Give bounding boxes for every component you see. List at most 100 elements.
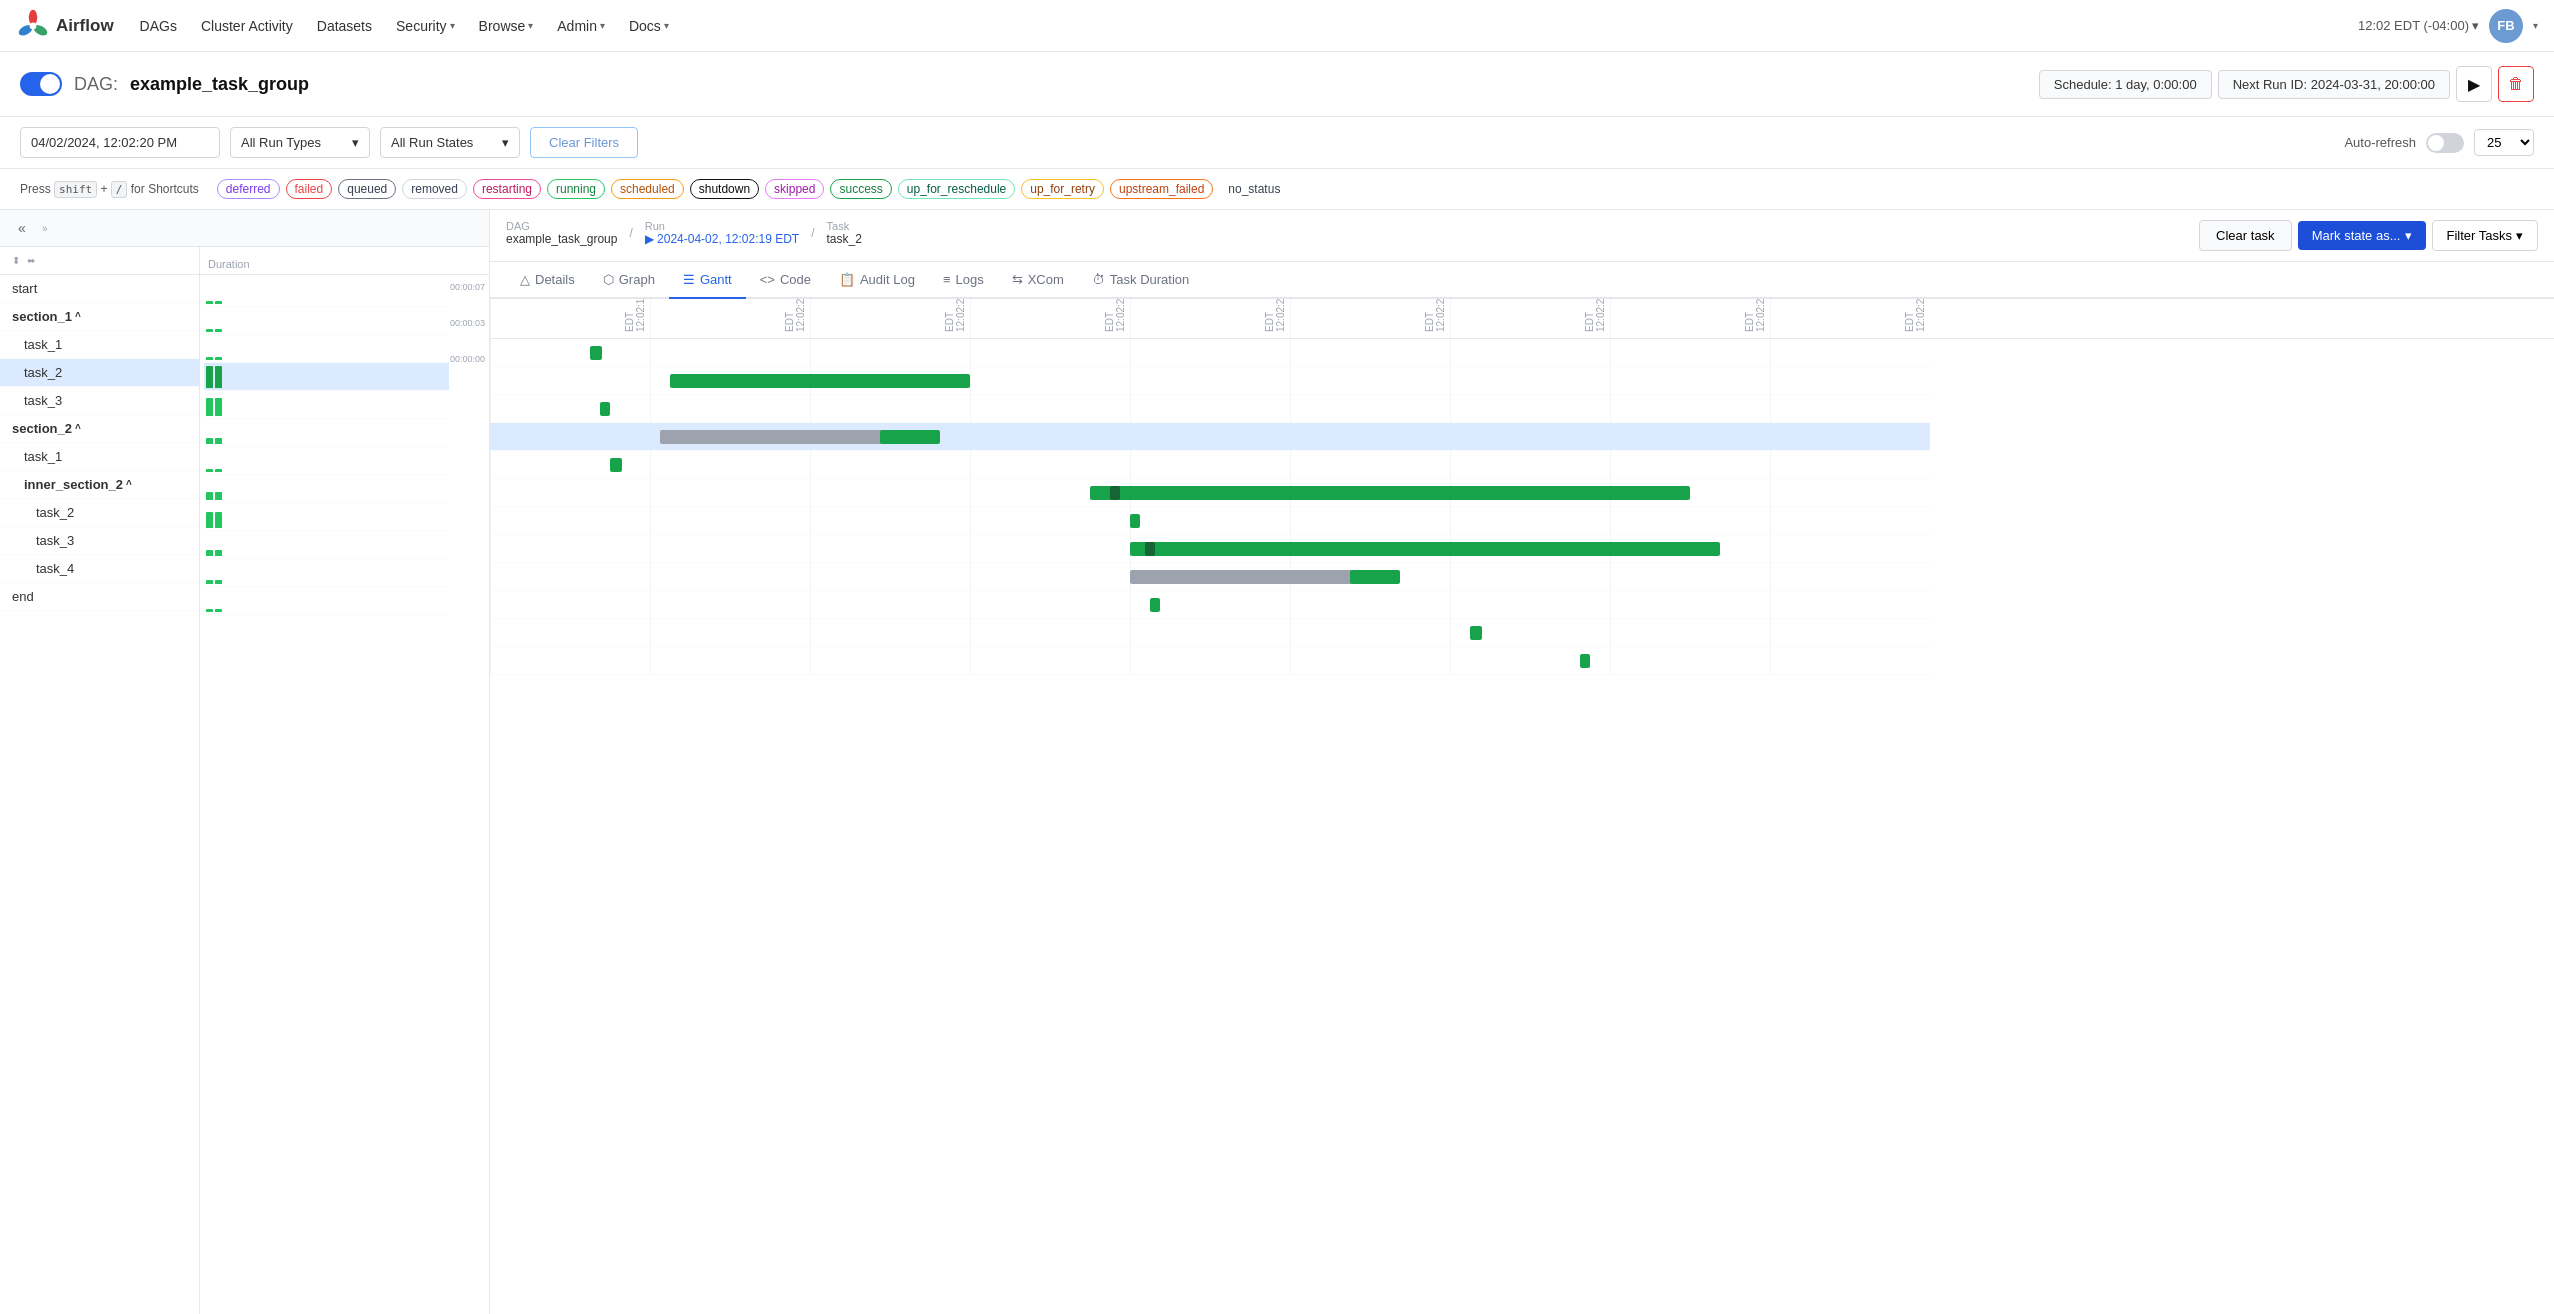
tab-xcom-icon: ⇆ <box>1012 272 1023 287</box>
gantt-row-task_3[interactable] <box>490 591 1930 619</box>
dag-breadcrumb-value: example_task_group <box>506 232 617 246</box>
task-row-section_2[interactable]: section_2 ^ <box>0 415 199 443</box>
task-row-task_3[interactable]: task_3 <box>0 387 199 415</box>
tab-gantt[interactable]: ☰Gantt <box>669 262 746 299</box>
run-breadcrumb-label: Run <box>645 220 799 232</box>
gantt-bar <box>1470 626 1482 640</box>
gantt-row-section_1[interactable] <box>490 367 1930 395</box>
tab-xcom[interactable]: ⇆XCom <box>998 262 1078 299</box>
gantt-row-task_1[interactable] <box>490 507 1930 535</box>
dag-toggle[interactable] <box>20 72 62 96</box>
gantt-row-inner_section_2[interactable] <box>490 535 1930 563</box>
mini-bar-row-start <box>204 279 449 307</box>
task-row-start[interactable]: start <box>0 275 199 303</box>
expand-icon[interactable]: ⬍ <box>12 255 20 266</box>
nav-docs[interactable]: Docs ▾ <box>619 12 679 40</box>
status-badge-success[interactable]: success <box>830 179 891 199</box>
collapse-all-button[interactable]: « <box>10 216 34 240</box>
collapse-icon[interactable]: ⬌ <box>27 255 35 266</box>
page-size-select[interactable]: 25 50 100 <box>2474 129 2534 156</box>
gantt-time-label: 12:02:24 EDT <box>1450 299 1610 338</box>
gantt-bar <box>1580 654 1590 668</box>
task-breadcrumb-label: Task <box>827 220 862 232</box>
brand[interactable]: Airflow <box>16 9 114 43</box>
status-badge-removed[interactable]: removed <box>402 179 467 199</box>
tab-code[interactable]: <>Code <box>746 262 825 299</box>
gantt-chart[interactable]: 12:02:19 EDT12:02:20 EDT12:02:21 EDT12:0… <box>490 299 2554 1314</box>
status-badge-deferred[interactable]: deferred <box>217 179 280 199</box>
auto-refresh-toggle[interactable] <box>2426 133 2464 153</box>
gantt-bar <box>1130 570 1370 584</box>
dag-breadcrumb-label: DAG <box>506 220 617 232</box>
status-badge-up_for_reschedule[interactable]: up_for_reschedule <box>898 179 1015 199</box>
gantt-time-label: 12:02:26 EDT <box>1770 299 1930 338</box>
gantt-row-task_4[interactable] <box>490 619 1930 647</box>
run-states-select[interactable]: All Run States ▾ <box>380 127 520 158</box>
status-badge-upstream_failed[interactable]: upstream_failed <box>1110 179 1213 199</box>
gantt-row-start[interactable] <box>490 339 1930 367</box>
task-row-inner_section_2[interactable]: inner_section_2 ^ <box>0 471 199 499</box>
svg-point-4 <box>30 22 37 29</box>
task-row-task_4[interactable]: task_4 <box>0 555 199 583</box>
status-badge-failed[interactable]: failed <box>286 179 333 199</box>
task-row-task_2[interactable]: task_2 <box>0 499 199 527</box>
task-row-end[interactable]: end <box>0 583 199 611</box>
tab-task-duration[interactable]: ⏱Task Duration <box>1078 262 1203 299</box>
avatar-dropdown-arrow-icon[interactable]: ▾ <box>2533 20 2538 31</box>
nav-security[interactable]: Security ▾ <box>386 12 465 40</box>
nav-admin[interactable]: Admin ▾ <box>547 12 615 40</box>
tab-logs-icon: ≡ <box>943 272 951 287</box>
status-bar: Press shift + / for Shortcuts deferredfa… <box>0 169 2554 210</box>
task-row-section_1[interactable]: section_1 ^ <box>0 303 199 331</box>
gantt-body <box>490 339 1930 675</box>
gantt-row-task_3[interactable] <box>490 451 1930 479</box>
gantt-time-label: 12:02:20 EDT <box>650 299 810 338</box>
time-display[interactable]: 12:02 EDT (-04:00) ▾ <box>2358 18 2479 33</box>
tab-logs[interactable]: ≡Logs <box>929 262 998 299</box>
date-filter[interactable]: 04/02/2024, 12:02:20 PM <box>20 127 220 158</box>
mark-state-dropdown-icon: ▾ <box>2405 228 2412 243</box>
dag-header-right: Schedule: 1 day, 0:00:00 Next Run ID: 20… <box>2039 66 2534 102</box>
gantt-row-task_2[interactable] <box>490 423 1930 451</box>
tabs: △Details⬡Graph☰Gantt<>Code📋Audit Log≡Log… <box>490 262 2554 299</box>
gantt-bar <box>1350 570 1400 584</box>
status-badge-skipped[interactable]: skipped <box>765 179 824 199</box>
status-badge-running[interactable]: running <box>547 179 605 199</box>
tab-graph[interactable]: ⬡Graph <box>589 262 669 299</box>
mark-state-button[interactable]: Mark state as... ▾ <box>2298 221 2426 250</box>
task-row-task_1[interactable]: task_1 <box>0 443 199 471</box>
gantt-row-end[interactable] <box>490 647 1930 675</box>
run-breadcrumb-value[interactable]: ▶ 2024-04-02, 12:02:19 EDT <box>645 232 799 246</box>
tab-details[interactable]: △Details <box>506 262 589 299</box>
filter-tasks-button[interactable]: Filter Tasks ▾ <box>2432 220 2539 251</box>
filter-tasks-dropdown-icon: ▾ <box>2516 228 2523 243</box>
tab-audit-log[interactable]: 📋Audit Log <box>825 262 929 299</box>
gantt-row-task_2[interactable] <box>490 563 1930 591</box>
task-row-task_1[interactable]: task_1 <box>0 331 199 359</box>
status-badge-no_status[interactable]: no_status <box>1219 179 1289 199</box>
clear-task-button[interactable]: Clear task <box>2199 220 2292 251</box>
task-row-task_3[interactable]: task_3 <box>0 527 199 555</box>
expand-collapse-controls: ⬍ ⬌ <box>12 255 35 266</box>
nav-cluster-activity[interactable]: Cluster Activity <box>191 12 303 40</box>
nav-datasets[interactable]: Datasets <box>307 12 382 40</box>
gantt-row-task_1[interactable] <box>490 395 1930 423</box>
nav-browse[interactable]: Browse ▾ <box>469 12 544 40</box>
status-badge-queued[interactable]: queued <box>338 179 396 199</box>
status-badge-restarting[interactable]: restarting <box>473 179 541 199</box>
gantt-left: ⬍ ⬌ startsection_1 ^task_1task_2task_3se… <box>0 247 489 1314</box>
delete-button[interactable]: 🗑 <box>2498 66 2534 102</box>
gantt-row-section_2[interactable] <box>490 479 1930 507</box>
status-badge-up_for_retry[interactable]: up_for_retry <box>1021 179 1104 199</box>
status-badge-scheduled[interactable]: scheduled <box>611 179 684 199</box>
user-avatar[interactable]: FB <box>2489 9 2523 43</box>
dag-header: DAG: example_task_group Schedule: 1 day,… <box>0 52 2554 117</box>
status-badge-shutdown[interactable]: shutdown <box>690 179 759 199</box>
task-row-task_2[interactable]: task_2 <box>0 359 199 387</box>
nav-dags[interactable]: DAGs <box>130 12 187 40</box>
clear-filters-button[interactable]: Clear Filters <box>530 127 638 158</box>
expand-hint: » <box>42 223 48 234</box>
run-types-select[interactable]: All Run Types ▾ <box>230 127 370 158</box>
play-button[interactable]: ▶ <box>2456 66 2492 102</box>
run-types-arrow-icon: ▾ <box>352 135 359 150</box>
